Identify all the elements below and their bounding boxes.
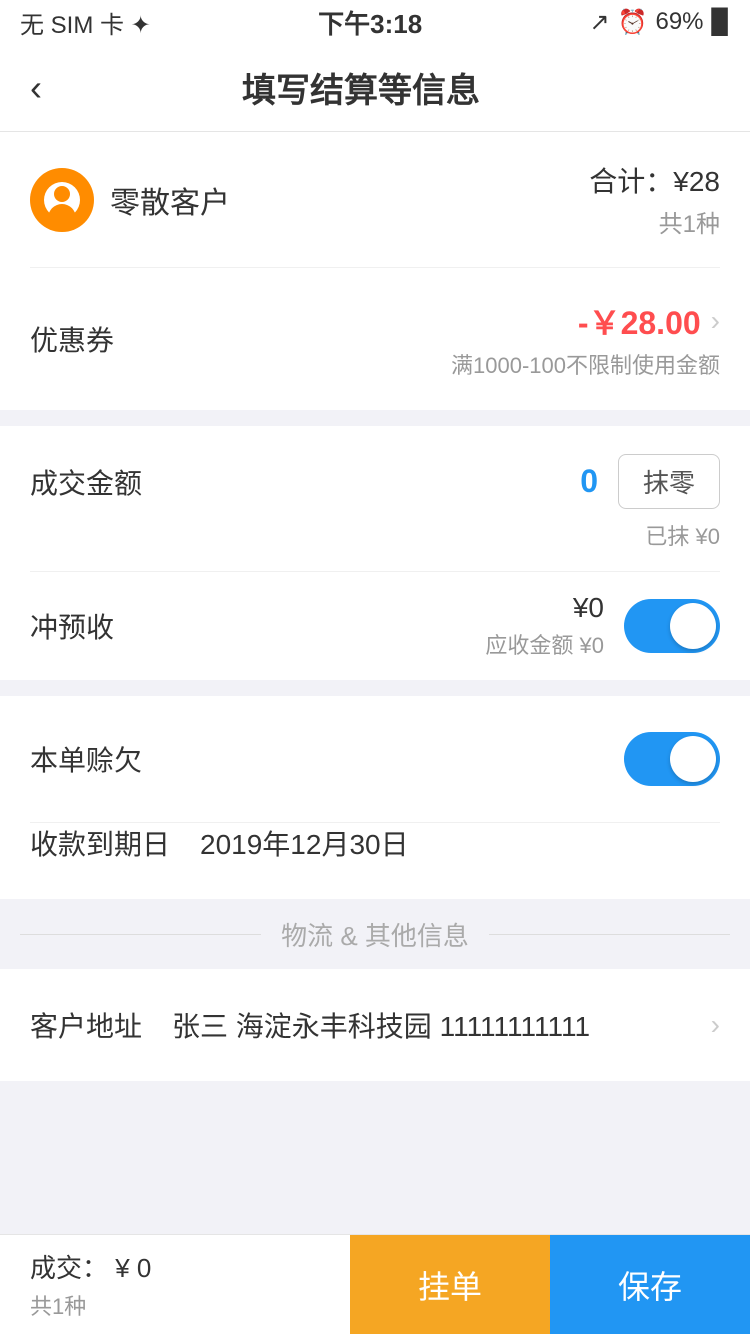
address-section[interactable]: 客户地址 张三 海淀永丰科技园 11111111111 › — [0, 969, 750, 1081]
address-row[interactable]: 客户地址 张三 海淀永丰科技园 11111111111 › — [30, 969, 720, 1081]
coupon-row[interactable]: 优惠券 -￥28.00 › 满1000-100不限制使用金额 — [30, 267, 720, 410]
customer-row: 零散客户 合计：¥28 共1种 — [30, 132, 720, 267]
coupon-chevron-icon: › — [711, 305, 720, 337]
customer-total: 合计：¥28 — [589, 160, 720, 200]
location-icon: ↗ — [589, 8, 609, 37]
address-key: 客户地址 — [30, 1005, 142, 1045]
debt-toggle[interactable] — [624, 732, 720, 786]
deal-section: 成交金额 0 抹零 已抹 ¥0 — [0, 426, 750, 571]
battery-icon: ▉ — [712, 8, 730, 37]
advance-amount-block: ¥0 应收金额 ¥0 — [485, 592, 604, 660]
due-date: 2019年12月30日 — [200, 823, 409, 863]
back-button[interactable]: ‹ — [30, 57, 62, 119]
advance-row: 冲预收 ¥0 应收金额 ¥0 — [30, 571, 720, 680]
sim-signal: 无 SIM 卡 ✦ — [20, 5, 151, 40]
advance-label: 冲预收 — [30, 606, 114, 646]
coupon-section[interactable]: 优惠券 -￥28.00 › 满1000-100不限制使用金额 — [0, 267, 750, 410]
deal-row: 成交金额 0 抹零 — [30, 426, 720, 519]
deal-amount-value: 0 — [558, 463, 598, 500]
logistics-label: 物流 & 其他信息 — [281, 916, 469, 953]
status-right: ↗ ⏰ 69% ▉ — [589, 8, 730, 37]
advance-toggle[interactable] — [624, 599, 720, 653]
nav-bar: ‹ 填写结算等信息 — [0, 44, 750, 132]
address-value: 张三 海淀永丰科技园 11111111111 — [172, 1005, 590, 1045]
round-down-button[interactable]: 抹零 — [618, 454, 720, 509]
customer-section: 零散客户 合计：¥28 共1种 — [0, 132, 750, 267]
advance-sub: 应收金额 ¥0 — [485, 628, 604, 660]
hang-button[interactable]: 挂单 — [350, 1235, 550, 1334]
deal-label: 成交金额 — [30, 462, 142, 502]
coupon-label: 优惠券 — [30, 319, 114, 359]
coupon-amount: -￥28.00 — [578, 298, 701, 344]
avatar — [30, 168, 94, 232]
footer-deal-label: 成交： — [30, 1253, 108, 1283]
address-chevron-icon: › — [711, 1009, 720, 1041]
debt-section: 本单赊欠 收款到期日 2019年12月30日 — [0, 696, 750, 899]
deal-sub-text: 已抹 ¥0 — [30, 519, 720, 571]
advance-right: ¥0 应收金额 ¥0 — [485, 592, 720, 660]
deal-right: 0 抹零 — [558, 454, 720, 509]
advance-section: 冲预收 ¥0 应收金额 ¥0 — [0, 571, 750, 680]
alarm-icon: ⏰ — [618, 8, 648, 37]
customer-count: 共1种 — [589, 204, 720, 239]
footer-deal-amount: ¥ 0 — [115, 1253, 151, 1283]
coupon-right: -￥28.00 › 满1000-100不限制使用金额 — [451, 298, 720, 380]
divider-1 — [0, 410, 750, 426]
status-time: 下午3:18 — [318, 4, 422, 41]
coupon-desc: 满1000-100不限制使用金额 — [451, 348, 720, 380]
avatar-inner — [44, 182, 80, 218]
customer-left: 零散客户 — [30, 168, 230, 232]
status-left: 无 SIM 卡 ✦ — [20, 5, 151, 40]
footer-deal: 成交： ¥ 0 — [30, 1248, 320, 1285]
debt-row: 本单赊欠 — [30, 696, 720, 822]
logistics-line-right — [489, 934, 730, 935]
customer-right: 合计：¥28 共1种 — [589, 160, 720, 239]
divider-2 — [0, 680, 750, 696]
customer-name: 零散客户 — [110, 178, 230, 222]
due-label: 收款到期日 — [30, 823, 170, 863]
footer-count: 共1种 — [30, 1289, 320, 1321]
footer: 成交： ¥ 0 共1种 挂单 保存 — [0, 1234, 750, 1334]
due-row: 收款到期日 2019年12月30日 — [30, 822, 720, 899]
logistics-line-left — [20, 934, 261, 935]
page-title: 填写结算等信息 — [62, 63, 660, 112]
advance-amount: ¥0 — [485, 592, 604, 624]
address-left: 客户地址 张三 海淀永丰科技园 11111111111 — [30, 1005, 590, 1045]
save-button[interactable]: 保存 — [550, 1235, 750, 1334]
battery-text: 69% — [655, 8, 703, 36]
footer-info: 成交： ¥ 0 共1种 — [0, 1235, 350, 1334]
debt-label: 本单赊欠 — [30, 739, 142, 779]
status-bar: 无 SIM 卡 ✦ 下午3:18 ↗ ⏰ 69% ▉ — [0, 0, 750, 44]
logistics-divider: 物流 & 其他信息 — [0, 899, 750, 969]
